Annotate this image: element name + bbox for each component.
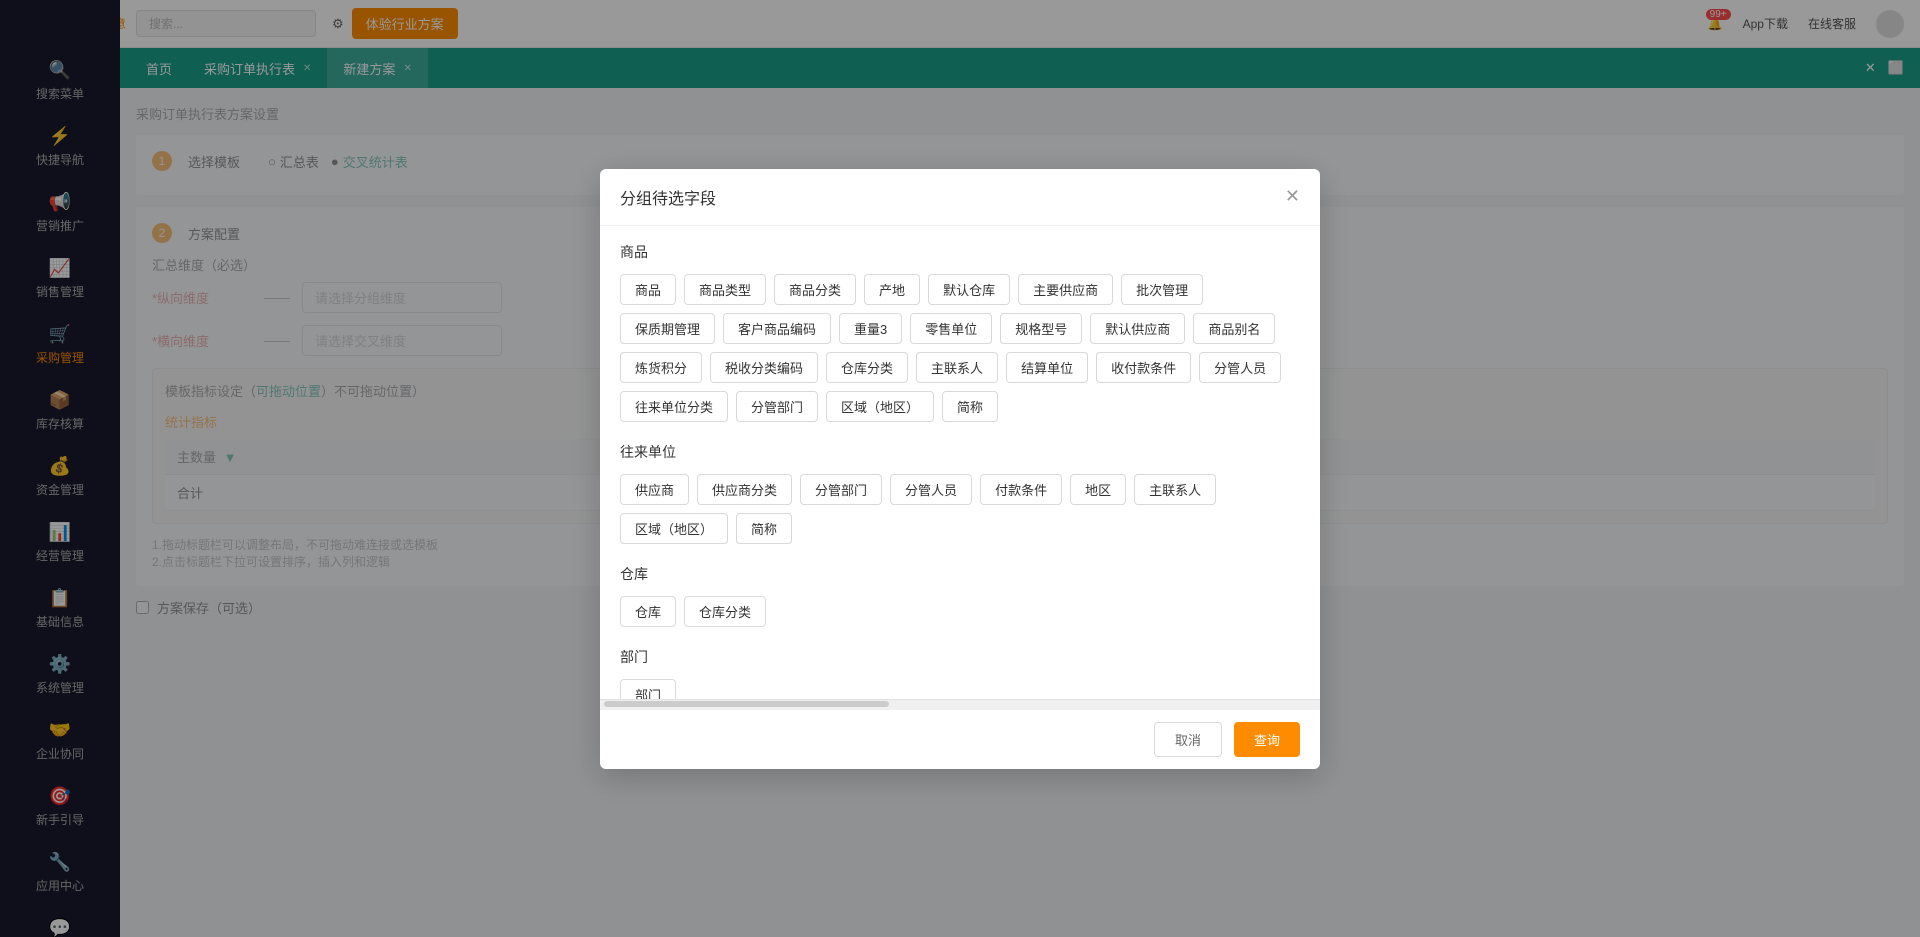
field-tag-main-supplier[interactable]: 主要供应商 (1018, 274, 1113, 305)
field-tag-warehouse[interactable]: 仓库 (620, 596, 676, 627)
field-tag-customer-code[interactable]: 客户商品编码 (723, 313, 831, 344)
field-tag-partner-category[interactable]: 往来单位分类 (620, 391, 728, 422)
field-tag-retail-unit[interactable]: 零售单位 (910, 313, 992, 344)
field-tag-settlement-unit[interactable]: 结算单位 (1006, 352, 1088, 383)
field-tag-goods-category[interactable]: 商品分类 (774, 274, 856, 305)
field-tag-dept[interactable]: 分管部门 (800, 474, 882, 505)
field-tag-default-warehouse[interactable]: 默认仓库 (928, 274, 1010, 305)
field-tag-refine-points[interactable]: 炼货积分 (620, 352, 702, 383)
field-tag-default-supplier[interactable]: 默认供应商 (1090, 313, 1185, 344)
field-group-dept-title: 部门 (620, 647, 1300, 667)
field-tag-origin[interactable]: 产地 (864, 274, 920, 305)
field-tag-dept-person[interactable]: 分管人员 (890, 474, 972, 505)
field-tag-manager[interactable]: 分管人员 (1199, 352, 1281, 383)
field-tag-payment-terms[interactable]: 收付款条件 (1096, 352, 1191, 383)
field-tag-weight[interactable]: 重量3 (839, 313, 902, 344)
field-tag-goods-alias[interactable]: 商品别名 (1193, 313, 1275, 344)
modal-overlay: 分组待选字段 ✕ 商品 商品 商品类型 商品分类 产地 默认仓库 主要供应商 批… (0, 0, 1920, 937)
field-tag-dept-manage[interactable]: 分管部门 (736, 391, 818, 422)
field-select-modal: 分组待选字段 ✕ 商品 商品 商品类型 商品分类 产地 默认仓库 主要供应商 批… (600, 169, 1320, 769)
field-tag-region2[interactable]: 区域（地区） (620, 513, 728, 544)
field-group-department: 部门 部门 (620, 647, 1300, 699)
modal-body[interactable]: 商品 商品 商品类型 商品分类 产地 默认仓库 主要供应商 批次管理 保质期管理… (600, 226, 1320, 699)
modal-horizontal-scrollbar[interactable] (600, 699, 1320, 709)
field-tag-region[interactable]: 区域（地区） (826, 391, 934, 422)
modal-footer: 取消 查询 (600, 709, 1320, 769)
field-tag-area[interactable]: 地区 (1070, 474, 1126, 505)
field-tag-short-name2[interactable]: 简称 (736, 513, 792, 544)
field-tag-expiry[interactable]: 保质期管理 (620, 313, 715, 344)
field-tags-warehouse: 仓库 仓库分类 (620, 596, 1300, 627)
field-tags-partner: 供应商 供应商分类 分管部门 分管人员 付款条件 地区 主联系人 区域（地区） … (620, 474, 1300, 544)
field-tag-supplier[interactable]: 供应商 (620, 474, 689, 505)
field-tag-payment-cond[interactable]: 付款条件 (980, 474, 1062, 505)
field-tag-goods-type[interactable]: 商品类型 (684, 274, 766, 305)
modal-title: 分组待选字段 (620, 185, 716, 209)
field-tag-main-contact[interactable]: 主联系人 (916, 352, 998, 383)
field-group-warehouse: 仓库 仓库 仓库分类 (620, 564, 1300, 627)
cancel-button[interactable]: 取消 (1154, 722, 1222, 757)
field-tag-main-contact2[interactable]: 主联系人 (1134, 474, 1216, 505)
field-tag-warehouse-cat[interactable]: 仓库分类 (684, 596, 766, 627)
field-tags-dept: 部门 (620, 679, 1300, 699)
field-group-partner: 往来单位 供应商 供应商分类 分管部门 分管人员 付款条件 地区 主联系人 区域… (620, 442, 1300, 544)
field-tag-department[interactable]: 部门 (620, 679, 676, 699)
field-group-goods: 商品 商品 商品类型 商品分类 产地 默认仓库 主要供应商 批次管理 保质期管理… (620, 242, 1300, 422)
confirm-button[interactable]: 查询 (1234, 722, 1300, 757)
scrollbar-thumb (604, 701, 889, 707)
modal-header: 分组待选字段 ✕ (600, 169, 1320, 226)
field-tag-goods[interactable]: 商品 (620, 274, 676, 305)
field-group-goods-title: 商品 (620, 242, 1300, 262)
field-tag-spec-model[interactable]: 规格型号 (1000, 313, 1082, 344)
field-tag-supplier-category[interactable]: 供应商分类 (697, 474, 792, 505)
modal-close-button[interactable]: ✕ (1285, 186, 1300, 207)
field-group-partner-title: 往来单位 (620, 442, 1300, 462)
field-tags-goods: 商品 商品类型 商品分类 产地 默认仓库 主要供应商 批次管理 保质期管理 客户… (620, 274, 1300, 422)
field-tag-tax-code[interactable]: 税收分类编码 (710, 352, 818, 383)
field-tag-warehouse-category[interactable]: 仓库分类 (826, 352, 908, 383)
field-tag-short-name[interactable]: 简称 (942, 391, 998, 422)
field-tag-batch[interactable]: 批次管理 (1121, 274, 1203, 305)
field-group-warehouse-title: 仓库 (620, 564, 1300, 584)
